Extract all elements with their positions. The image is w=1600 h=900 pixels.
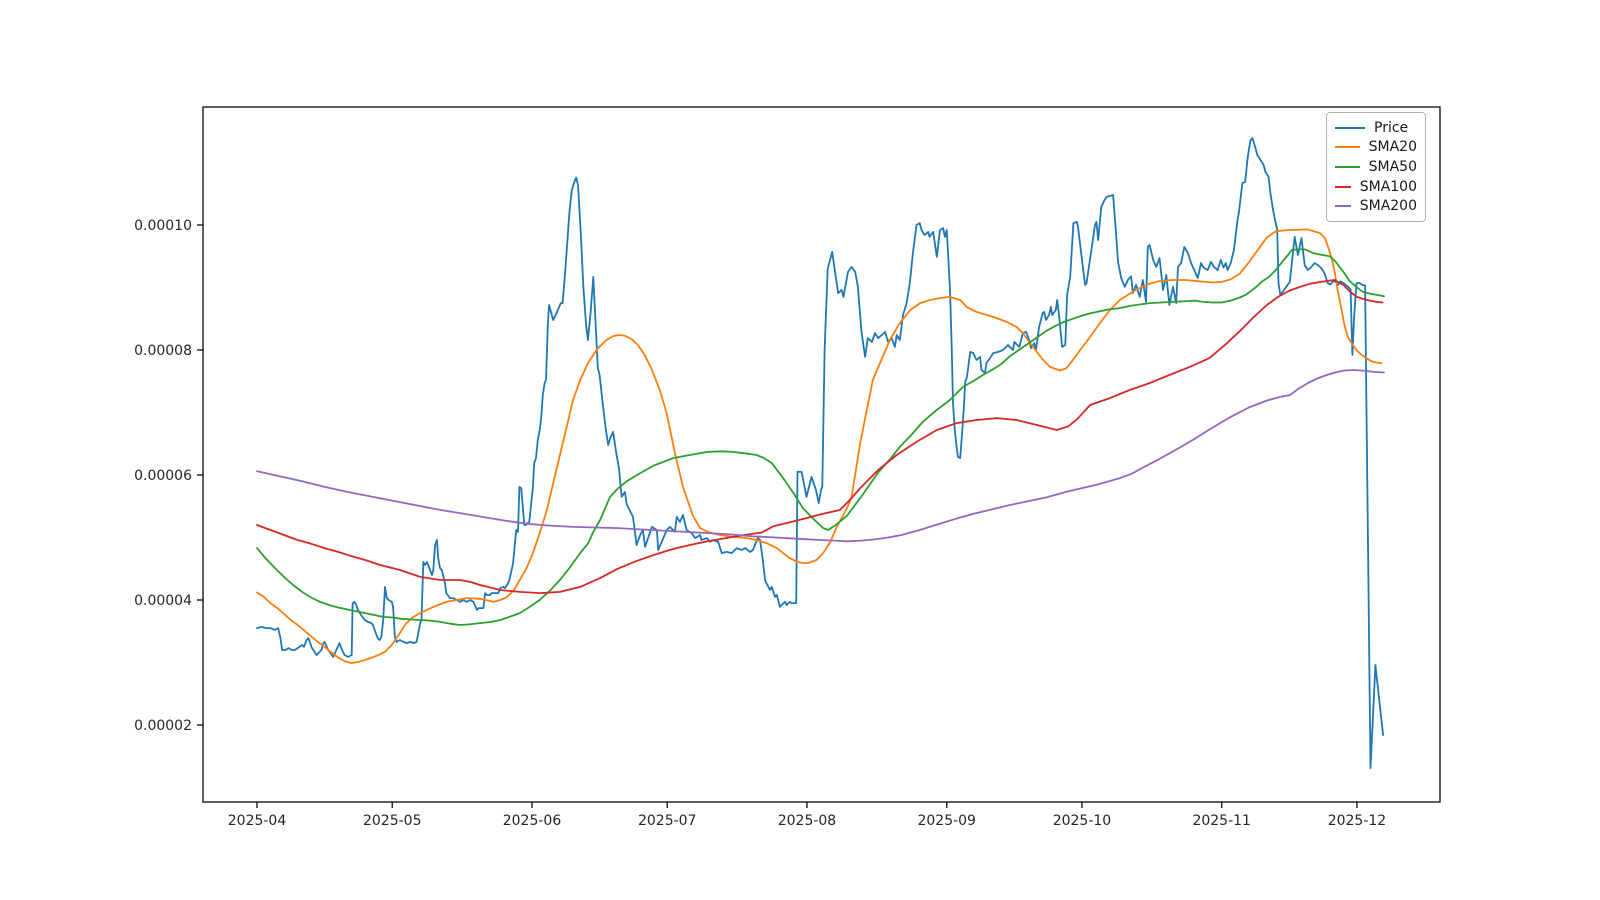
x-tick-label: 2025-05 xyxy=(363,813,422,829)
legend-line-sample xyxy=(1335,126,1365,129)
x-tick-label: 2025-10 xyxy=(1053,813,1112,829)
y-tick-label: 0.00006 xyxy=(134,468,192,484)
legend-item-label: SMA200 xyxy=(1359,198,1417,215)
y-tick-label: 0.00010 xyxy=(134,218,192,234)
series-line-sma200 xyxy=(256,369,1385,543)
legend-item-sma100: SMA100 xyxy=(1335,177,1417,197)
y-tick-label: 0.00004 xyxy=(134,593,192,609)
x-tick-label: 2025-08 xyxy=(778,813,837,829)
x-tick-label: 2025-11 xyxy=(1192,813,1251,829)
x-tick-label: 2025-06 xyxy=(503,813,562,829)
series-line-sma50 xyxy=(256,248,1385,626)
legend-item-label: SMA20 xyxy=(1368,139,1417,156)
legend-line-sample xyxy=(1335,185,1351,188)
x-tick-label: 2025-07 xyxy=(638,813,697,829)
series-line-price xyxy=(256,137,1384,769)
axes-spines xyxy=(202,106,1441,803)
legend-item-price: Price xyxy=(1335,118,1417,138)
x-tick-label: 2025-12 xyxy=(1328,813,1387,829)
x-tick-label: 2025-04 xyxy=(228,813,287,829)
legend: Price SMA20 SMA50 SMA100 SMA200 xyxy=(1326,112,1426,222)
legend-item-label: SMA100 xyxy=(1359,178,1417,195)
y-tick-label: 0.00008 xyxy=(134,343,192,359)
legend-item-sma50: SMA50 xyxy=(1335,157,1417,177)
legend-item-label: Price xyxy=(1374,119,1409,136)
x-tick-label: 2025-09 xyxy=(917,813,976,829)
legend-item-sma200: SMA200 xyxy=(1335,196,1417,216)
y-tick-label: 0.00002 xyxy=(134,718,192,734)
legend-line-sample xyxy=(1335,146,1360,149)
legend-line-sample xyxy=(1335,165,1360,168)
figure: 2025-04 2025-05 2025-06 2025-07 2025-08 2025-… xyxy=(0,0,1600,900)
legend-line-sample xyxy=(1335,205,1351,208)
legend-item-sma20: SMA20 xyxy=(1335,138,1417,158)
legend-item-label: SMA50 xyxy=(1368,158,1417,175)
series-line-sma100 xyxy=(256,279,1384,594)
series-line-sma20 xyxy=(256,228,1383,664)
